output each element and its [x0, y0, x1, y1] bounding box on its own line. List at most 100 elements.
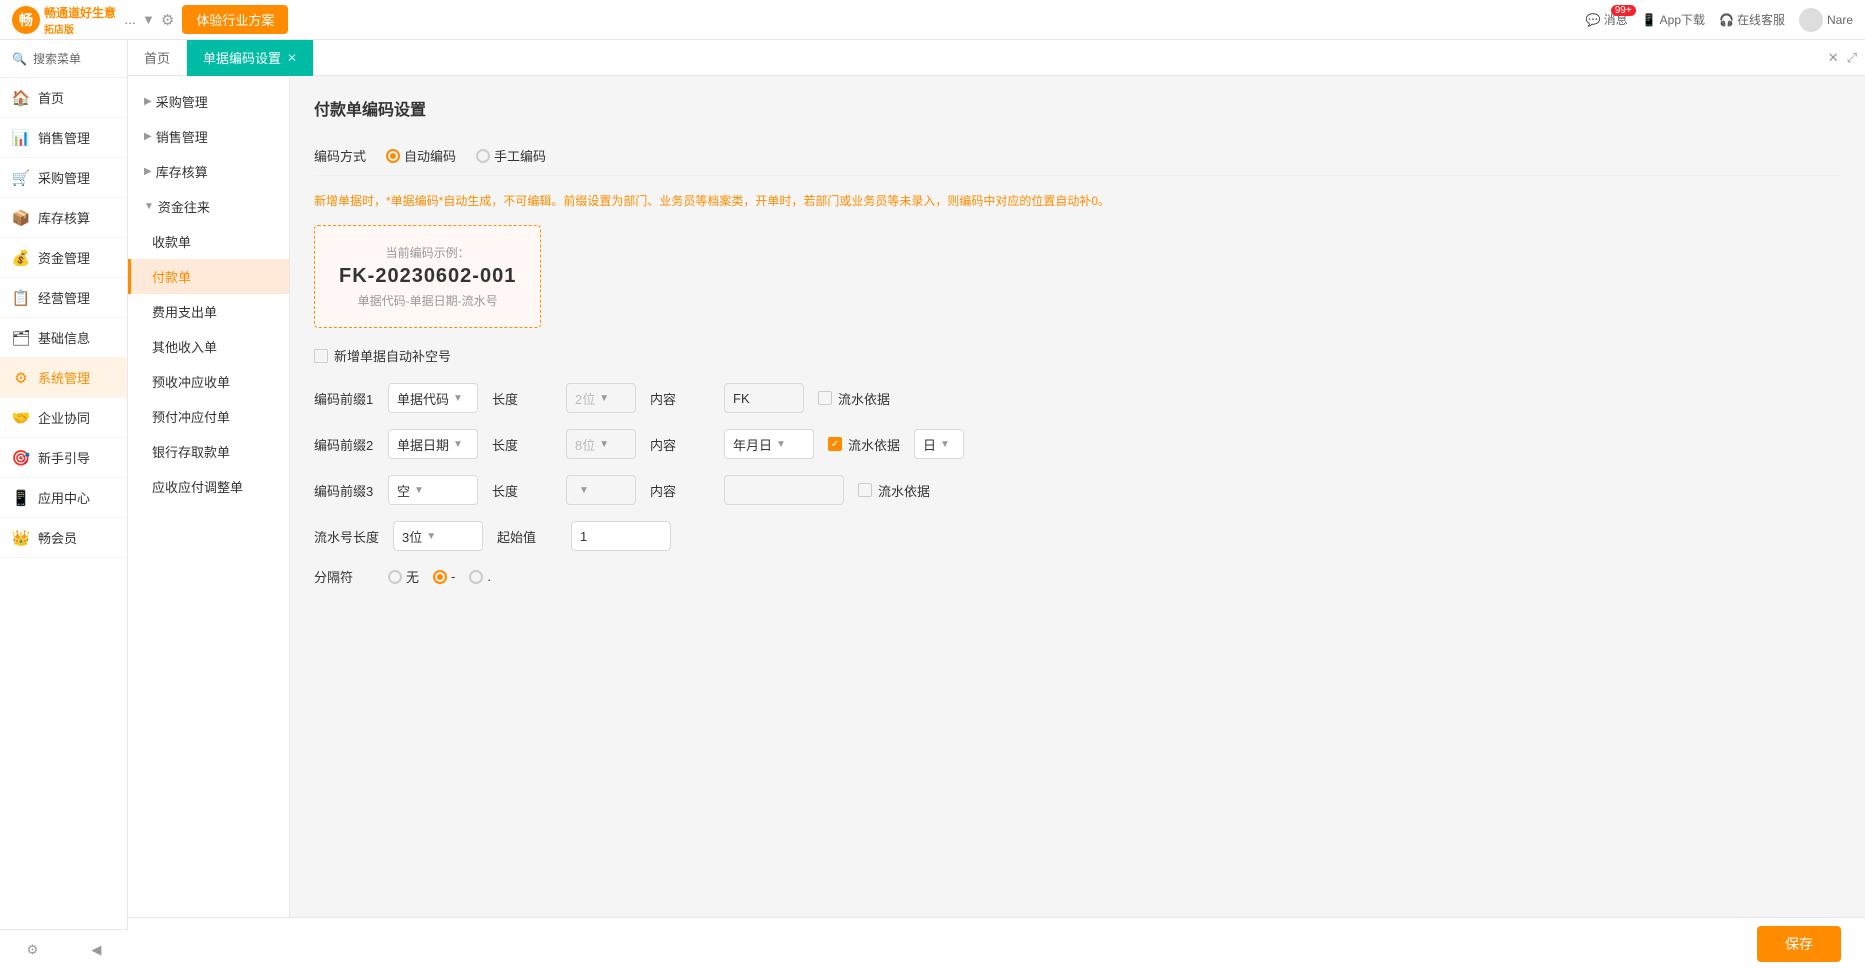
- arrow-icon: ▶: [144, 96, 152, 107]
- sidebar-item-apps[interactable]: 📱 应用中心: [0, 478, 127, 518]
- left-menu-payment[interactable]: 付款单: [128, 259, 289, 294]
- left-menu-capital[interactable]: ▼ 资金往来: [128, 189, 289, 224]
- serial-length-select[interactable]: 3位 ▼: [393, 521, 483, 551]
- prefix2-select[interactable]: 单据日期 ▼: [388, 429, 478, 459]
- sidebar-item-label: 新手引导: [38, 448, 90, 467]
- start-value-input[interactable]: [571, 521, 671, 551]
- sep-dash-radio[interactable]: -: [433, 569, 455, 584]
- prefix1-length-select[interactable]: 2位 ▼: [566, 383, 636, 413]
- sidebar-item-ops[interactable]: 📋 经营管理: [0, 278, 127, 318]
- left-menu-sales[interactable]: ▶ 销售管理: [128, 119, 289, 154]
- sidebar-item-sales[interactable]: 📊 销售管理: [0, 118, 127, 158]
- chevron-down-icon: ▼: [599, 439, 609, 450]
- sidebar-collapse-icon[interactable]: ◀: [91, 942, 101, 958]
- left-menu-purchase[interactable]: ▶ 采购管理: [128, 84, 289, 119]
- tab-encode-setting[interactable]: 单据编码设置 ✕: [187, 40, 314, 76]
- auto-fill-row: 新增单据自动补空号: [314, 346, 1841, 365]
- prefix1-content-input: [724, 383, 804, 413]
- auto-fill-checkbox[interactable]: [314, 349, 328, 363]
- prefix1-serial-checkbox[interactable]: [818, 391, 832, 405]
- tab-close-icon[interactable]: ✕: [287, 51, 297, 65]
- online-service[interactable]: 🎧在线客服: [1719, 11, 1785, 28]
- save-button[interactable]: 保存: [1757, 926, 1841, 962]
- sidebar-item-system[interactable]: ⚙ 系统管理: [0, 358, 127, 398]
- left-menu-inventory[interactable]: ▶ 库存核算: [128, 154, 289, 189]
- sidebar-item-inventory[interactable]: 📦 库存核算: [0, 198, 127, 238]
- sidebar-settings-icon[interactable]: ⚙: [27, 942, 39, 958]
- manual-encode-radio[interactable]: 手工编码: [476, 146, 546, 165]
- left-menu-bank-deposit[interactable]: 银行存取款单: [128, 434, 289, 469]
- sidebar-item-partner[interactable]: 🤝 企业协同: [0, 398, 127, 438]
- prefix2-serial-unit-select[interactable]: 日 ▼: [914, 429, 964, 459]
- sep-none-circle: [388, 570, 402, 584]
- tab-maximize-icon[interactable]: ⤢: [1847, 50, 1857, 66]
- prefix3-serial-check[interactable]: 流水依据: [858, 481, 930, 500]
- tab-minimize-icon[interactable]: ✕: [1828, 50, 1839, 66]
- prefix3-content-input: [724, 475, 844, 505]
- left-menu-prepay-pay[interactable]: 预付冲应付单: [128, 399, 289, 434]
- serial-length-label: 流水号长度: [314, 527, 379, 546]
- prefix1-select[interactable]: 单据代码 ▼: [388, 383, 478, 413]
- home-icon: 🏠: [12, 89, 30, 107]
- sidebar-item-label: 畅会员: [38, 528, 77, 547]
- page-title: 付款单编码设置: [314, 96, 1841, 120]
- prefix3-length-select[interactable]: ▼: [566, 475, 636, 505]
- left-menu-prepay-receive[interactable]: 预收冲应收单: [128, 364, 289, 399]
- apps-icon: 📱: [12, 489, 30, 507]
- separator-label: 分隔符: [314, 567, 374, 586]
- tab-home[interactable]: 首页: [128, 40, 187, 76]
- sidebar-item-newguide[interactable]: 🎯 新手引导: [0, 438, 127, 478]
- sidebar-item-home[interactable]: 🏠 首页: [0, 78, 127, 118]
- auto-encode-radio[interactable]: 自动编码: [386, 146, 456, 165]
- newguide-icon: 🎯: [12, 449, 30, 467]
- settings-icon[interactable]: ⚙: [161, 11, 174, 29]
- code-preview-box: 当前编码示例： FK-20230602-001 单据代码-单据日期-流水号: [314, 225, 541, 328]
- sidebar-item-label: 采购管理: [38, 168, 90, 187]
- chevron-down-icon: ▼: [599, 393, 609, 404]
- sidebar-item-label: 首页: [38, 88, 64, 107]
- prefix3-serial-checkbox[interactable]: [858, 483, 872, 497]
- sidebar-item-label: 经营管理: [38, 288, 90, 307]
- logo-icon: 畅: [12, 6, 40, 34]
- finance-icon: 💰: [12, 249, 30, 267]
- search-menu[interactable]: 🔍 搜索菜单: [0, 40, 127, 78]
- code-preview-label: 当前编码示例：: [339, 244, 516, 261]
- inventory-icon: 📦: [12, 209, 30, 227]
- prefix2-serial-check[interactable]: ✓ 流水依据: [828, 435, 900, 454]
- sidebar-item-label: 系统管理: [38, 368, 90, 387]
- encoding-method-label: 编码方式: [314, 146, 366, 165]
- left-menu-other-income[interactable]: 其他收入单: [128, 329, 289, 364]
- prefix1-serial-check[interactable]: 流水依据: [818, 389, 890, 408]
- code-preview-value: FK-20230602-001: [339, 265, 516, 288]
- sep-dot-radio[interactable]: .: [469, 569, 491, 584]
- sidebar-item-label: 资金管理: [38, 248, 90, 267]
- user-info[interactable]: Nare: [1799, 8, 1853, 32]
- prefix3-select[interactable]: 空 ▼: [388, 475, 478, 505]
- arrow-icon: ▶: [144, 131, 152, 142]
- workspace-selector[interactable]: …: [124, 13, 136, 27]
- left-menu-ar-ap[interactable]: 应收应付调整单: [128, 469, 289, 504]
- sidebar-item-member[interactable]: 👑 畅会员: [0, 518, 127, 558]
- sales-icon: 📊: [12, 129, 30, 147]
- sep-none-radio[interactable]: 无: [388, 567, 419, 586]
- chevron-down-icon: ▼: [426, 531, 436, 542]
- prefix2-serial-checkbox[interactable]: ✓: [828, 437, 842, 451]
- prefix2-content-select[interactable]: 年月日 ▼: [724, 429, 814, 459]
- sidebar-item-basic[interactable]: 🗂 基础信息: [0, 318, 127, 358]
- chevron-down-icon: ▼: [414, 485, 424, 496]
- prefix2-length-select[interactable]: 8位 ▼: [566, 429, 636, 459]
- prefix1-row: 编码前缀1 单据代码 ▼ 长度 2位 ▼ 内容 流水依据: [314, 383, 1841, 413]
- dropdown-icon[interactable]: ▼: [142, 12, 155, 27]
- app-download[interactable]: 📱App下载: [1642, 11, 1705, 28]
- sidebar-item-purchase[interactable]: 🛒 采购管理: [0, 158, 127, 198]
- sidebar-item-finance[interactable]: 💰 资金管理: [0, 238, 127, 278]
- prefix1-label: 编码前缀1: [314, 389, 374, 408]
- serial-length-row: 流水号长度 3位 ▼ 起始值: [314, 521, 1841, 551]
- sidebar-bottom: ⚙ ◀: [0, 929, 128, 969]
- arrow-icon: ▶: [144, 166, 152, 177]
- left-menu-receipt[interactable]: 收款单: [128, 224, 289, 259]
- left-menu-expense[interactable]: 费用支出单: [128, 294, 289, 329]
- try-btn[interactable]: 体验行业方案: [182, 5, 288, 34]
- sidebar-item-label: 销售管理: [38, 128, 90, 147]
- message-btn[interactable]: 💬 消息 99+: [1586, 11, 1628, 28]
